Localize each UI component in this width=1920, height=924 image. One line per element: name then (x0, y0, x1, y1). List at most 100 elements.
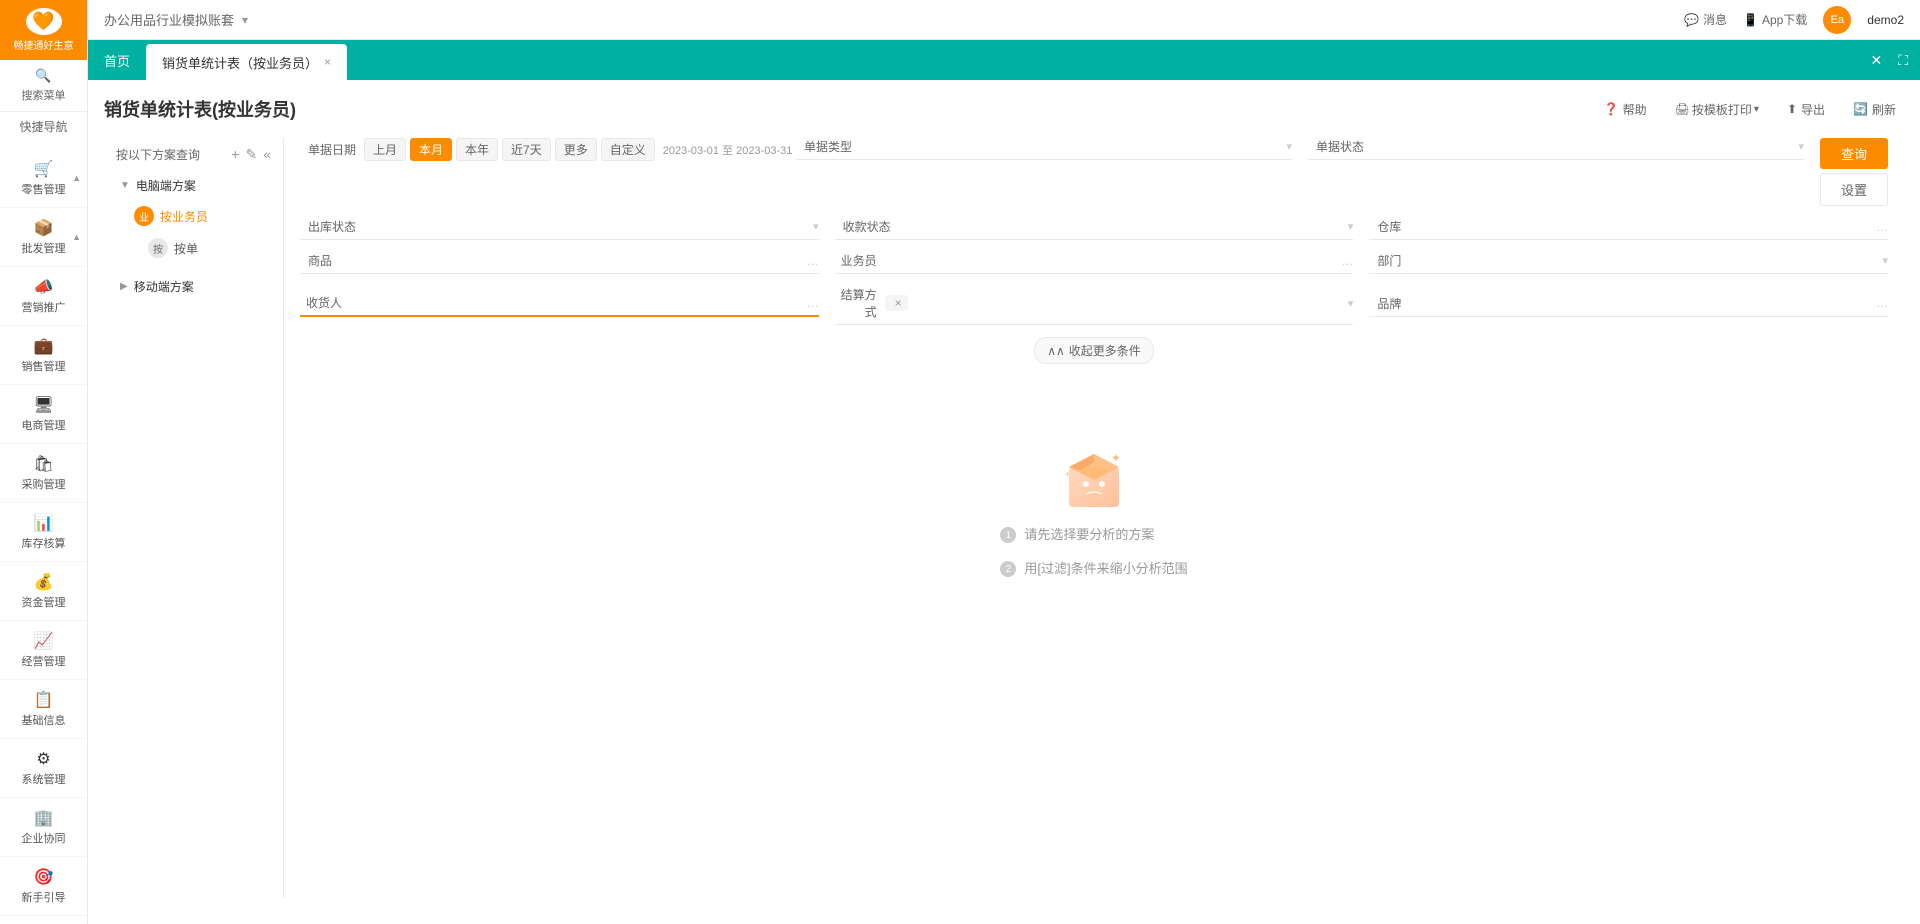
sidebar-item-inventory[interactable]: 📊 库存核算 (0, 503, 87, 562)
sidebar-item-newbie[interactable]: 🎯 新手引导 (0, 857, 87, 916)
window-expand-button[interactable]: ⛶ (1894, 48, 1912, 73)
salesperson-cell: 业务员 … (835, 252, 1354, 274)
sidebar-item-purchase[interactable]: 🛍 采购管理 (0, 444, 87, 503)
date-btn-custom[interactable]: 自定义 (601, 138, 655, 161)
goods-label: 商品 (300, 252, 332, 269)
collection-select[interactable]: ▾ (899, 220, 1354, 233)
breadcrumb-dropdown-icon[interactable]: ▾ (242, 13, 248, 27)
sidebar-item-wholesale[interactable]: 📦 批发管理 ▲ (0, 208, 87, 267)
retail-arrow: ▲ (72, 173, 81, 183)
date-range-text: 2023-03-01 至 2023-03-31 (663, 142, 793, 158)
warehouse-dots[interactable]: … (1876, 220, 1888, 234)
finance-icon: 💰 (34, 572, 54, 592)
query-button[interactable]: 查询 (1820, 138, 1888, 169)
message-button[interactable]: 💬 消息 (1684, 11, 1727, 28)
ecommerce-icon: 🖥 (33, 395, 53, 415)
salesperson-label: 按业务员 (160, 208, 208, 225)
window-close-button[interactable]: ✕ (1866, 48, 1886, 73)
collapse-row: ∧∧ 收起更多条件 (300, 337, 1888, 364)
tree-desktop-item[interactable]: ▼ 电脑端方案 (104, 171, 283, 200)
empty-illustration: ✦ ✦ (1049, 432, 1139, 522)
warehouse-label: 仓库 (1369, 218, 1401, 235)
topbar-right: 💬 消息 📱 App下载 Ea demo2 (1684, 6, 1904, 34)
status-label: 单据状态 (1308, 138, 1364, 155)
add-scheme-icon[interactable]: + (231, 146, 239, 163)
refresh-button[interactable]: 🔄 刷新 (1845, 97, 1904, 122)
receiver-dots[interactable]: … (807, 296, 819, 310)
wholesale-arrow: ▲ (72, 232, 81, 242)
sidebar-item-marketing[interactable]: 📣 营销推广 (0, 267, 87, 326)
empty-state: ✦ ✦ 1 请先选择要分析的方案 2 用[过滤]条件来缩小分析范围 (300, 372, 1888, 642)
collection-status-cell: 收款状态 ▾ (835, 218, 1354, 240)
department-label: 部门 (1369, 252, 1401, 269)
settings-button[interactable]: 设置 (1820, 173, 1888, 206)
search-menu-item[interactable]: 🔍 搜索菜单 (0, 60, 87, 112)
export-button[interactable]: ⬆ 导出 (1779, 97, 1833, 122)
phone-icon: 📱 (1743, 13, 1758, 27)
tree-mobile-arrow: ▶ (120, 281, 128, 292)
print-icon: 🖨 (1675, 102, 1690, 116)
sidebar-item-sales[interactable]: 💼 销售管理 (0, 326, 87, 385)
sidebar-item-basic[interactable]: 📋 基础信息 (0, 680, 87, 739)
sidebar-item-operations[interactable]: 📈 经营管理 (0, 621, 87, 680)
empty-step-1: 1 请先选择要分析的方案 (1000, 522, 1154, 548)
sales-label: 销售管理 (22, 358, 66, 374)
marketing-icon: 📣 (34, 277, 54, 297)
collapse-panel-icon[interactable]: « (263, 146, 271, 163)
collapse-btn-label: 收起更多条件 (1069, 342, 1141, 359)
print-button[interactable]: 🖨 按模板打印 ▾ (1667, 97, 1767, 122)
tree-by-salesperson[interactable]: 业 按业务员 (104, 200, 283, 232)
purchase-label: 采购管理 (22, 476, 66, 492)
tree-mobile-item[interactable]: ▶ 移动端方案 (104, 272, 283, 301)
settlement-arrow[interactable]: ▾ (1348, 297, 1354, 310)
settlement-tag-close[interactable]: × (895, 296, 902, 310)
sidebar-item-finance[interactable]: 💰 资金管理 (0, 562, 87, 621)
wholesale-label: 批发管理 (22, 240, 66, 256)
tab-close-icon[interactable]: × (324, 55, 331, 69)
salesperson-dots[interactable]: … (1341, 254, 1353, 268)
help-icon: ❓ (1604, 102, 1619, 116)
sidebar-item-ecommerce[interactable]: 🖥 电商管理 (0, 385, 87, 444)
filter-row-3: 商品 … 业务员 … 部门 ▾ (300, 252, 1888, 274)
date-btn-more[interactable]: 更多 (555, 138, 597, 161)
basic-label: 基础信息 (22, 712, 66, 728)
sidebar-item-app[interactable]: 📱 应用中心 (0, 916, 87, 924)
out-status-select[interactable]: ▾ (364, 220, 819, 233)
sidebar-item-system[interactable]: ⚙ 系统管理 (0, 739, 87, 798)
department-arrow[interactable]: ▾ (1882, 254, 1888, 267)
salesperson-filter-label: 业务员 (835, 252, 877, 269)
app-download-button[interactable]: 📱 App下载 (1743, 11, 1807, 28)
help-button[interactable]: ❓ 帮助 (1596, 97, 1655, 122)
type-select[interactable]: ▾ (860, 140, 1292, 153)
goods-dots[interactable]: … (807, 254, 819, 268)
sidebar-item-corp[interactable]: 🏢 企业协同 (0, 798, 87, 857)
sales-icon: 💼 (34, 336, 54, 356)
date-btn-thismonth[interactable]: 本月 (410, 138, 452, 161)
brand-dots[interactable]: … (1876, 296, 1888, 310)
edit-scheme-icon[interactable]: ✎ (245, 146, 257, 163)
app-label: App下载 (1762, 11, 1807, 28)
date-btn-7days[interactable]: 近7天 (502, 138, 551, 161)
tab-report[interactable]: 销货单统计表（按业务员） × (146, 44, 347, 80)
tree-by-order[interactable]: 按 按单 (104, 232, 283, 264)
date-btn-thisyear[interactable]: 本年 (456, 138, 498, 161)
status-select[interactable]: ▾ (1372, 140, 1804, 153)
message-label: 消息 (1703, 11, 1727, 28)
quicknav-item[interactable]: 快捷导航 (0, 112, 87, 141)
tab-home[interactable]: 首页 (88, 40, 146, 80)
brand-label: 品牌 (1369, 295, 1401, 312)
date-btn-lastmonth[interactable]: 上月 (364, 138, 406, 161)
collapse-btn[interactable]: ∧∧ 收起更多条件 (1034, 337, 1154, 364)
sidebar-item-retail[interactable]: 🛒 零售管理 ▲ (0, 149, 87, 208)
step1-text: 请先选择要分析的方案 (1024, 522, 1154, 548)
corp-label: 企业协同 (22, 830, 66, 846)
settlement-tag: × (885, 295, 908, 311)
date-label: 单据日期 (300, 141, 356, 158)
tree-mobile-label: 移动端方案 (134, 278, 194, 295)
tabs-window-actions: ✕ ⛶ (1866, 48, 1920, 73)
quicknav-label: 快捷导航 (19, 118, 67, 135)
user-avatar[interactable]: Ea (1823, 6, 1851, 34)
settlement-cell: 结算方式 × ▾ (835, 286, 1354, 325)
receiver-input[interactable] (350, 296, 799, 310)
receiver-cell: 收货人 … (300, 294, 819, 317)
